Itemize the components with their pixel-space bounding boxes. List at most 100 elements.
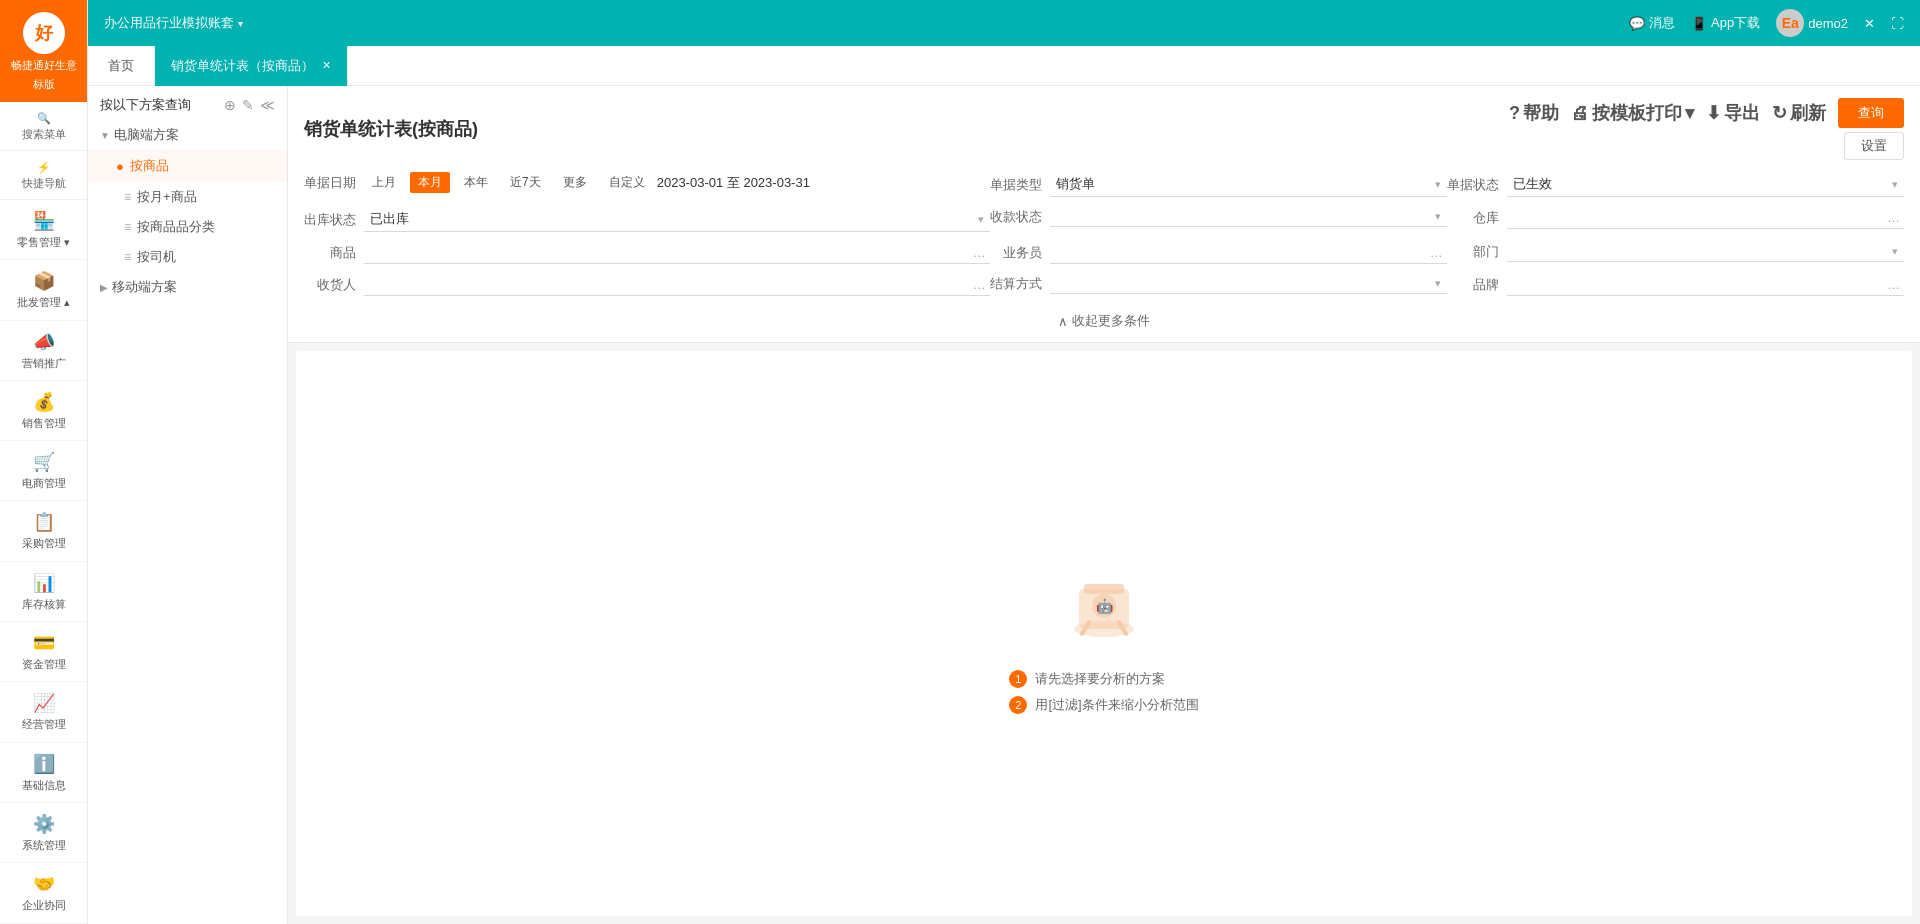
salesperson-filter-field: 业务员 … — [990, 242, 1447, 264]
close-window-button[interactable]: ✕ — [1864, 16, 1875, 31]
add-scheme-button[interactable]: ⊕ — [224, 97, 236, 113]
template-print-button[interactable]: 🖨 按模板打印 ▾ — [1571, 101, 1694, 125]
refresh-button[interactable]: ↻ 刷新 — [1772, 101, 1826, 125]
sidebar-quicknav[interactable]: ⚡ 快捷导航 — [0, 151, 87, 200]
tab-sales-stat[interactable]: 销货单统计表（按商品） ✕ — [155, 46, 348, 86]
doc-type-select[interactable]: 销货单 ▾ — [1050, 172, 1447, 197]
date-tab-more[interactable]: 更多 — [555, 172, 595, 193]
sidebar-item-wholesale[interactable]: 📦 批发管理 ▴ — [0, 260, 87, 320]
collapse-button[interactable]: ∧ 收起更多条件 — [1058, 312, 1150, 330]
print-icon: 🖨 — [1571, 103, 1589, 124]
dept-select[interactable]: ▾ — [1507, 242, 1904, 262]
date-tab-last-month[interactable]: 上月 — [364, 172, 404, 193]
app-download-button[interactable]: 📱 App下载 — [1691, 14, 1760, 32]
date-tab-this-year[interactable]: 本年 — [456, 172, 496, 193]
sidebar-item-enterprise[interactable]: 🤝 企业协同 — [0, 863, 87, 923]
desktop-section-arrow: ▼ — [100, 130, 110, 141]
sidebar-item-purchase[interactable]: 📋 采购管理 — [0, 501, 87, 561]
maximize-icon: ⛶ — [1891, 16, 1904, 31]
edit-scheme-button[interactable]: ✎ — [242, 97, 254, 113]
sidebar-item-ecommerce[interactable]: 🛒 电商管理 — [0, 441, 87, 501]
sidebar-item-sales[interactable]: 💰 销售管理 — [0, 381, 87, 441]
user-name: demo2 — [1808, 16, 1848, 31]
help-button[interactable]: ? 帮助 — [1509, 101, 1559, 125]
wholesale-icon: 📦 — [33, 270, 55, 292]
left-panel-item-by-category[interactable]: ≡ 按商品品分类 — [88, 212, 287, 242]
sidebar-item-zero-retail[interactable]: 🏪 零售管理 ▾ — [0, 200, 87, 260]
tab-home[interactable]: 首页 — [88, 46, 155, 86]
logo-symbol: 好 — [35, 21, 53, 45]
date-range: 2023-03-01 至 2023-03-31 — [657, 174, 810, 192]
warehouse-dots[interactable]: … — [1883, 210, 1904, 225]
query-button[interactable]: 查询 — [1838, 98, 1904, 128]
industry-label: 办公用品行业模拟账套 — [104, 14, 234, 32]
export-label: 导出 — [1724, 101, 1760, 125]
basic-icon: ℹ️ — [33, 753, 55, 775]
salesperson-dots[interactable]: … — [1426, 245, 1447, 260]
filter-title-row: 销货单统计表(按商品) ? 帮助 🖨 按模板打印 ▾ — [304, 98, 1904, 160]
payment-status-filter-field: 收款状态 ▾ — [990, 207, 1447, 227]
mobile-section-arrow: ▶ — [100, 282, 108, 293]
salesperson-input[interactable] — [1050, 242, 1422, 263]
left-panel-item-by-sku[interactable]: ≡ 按司机 — [88, 242, 287, 272]
sidebar-item-inventory[interactable]: 📊 库存核算 — [0, 562, 87, 622]
doc-status-label: 单据状态 — [1447, 176, 1499, 194]
recipient-input[interactable] — [364, 274, 965, 295]
sidebar-item-finance[interactable]: 💳 资金管理 — [0, 622, 87, 682]
message-button[interactable]: 💬 消息 — [1629, 14, 1675, 32]
operations-icon: 📈 — [33, 692, 55, 714]
industry-arrow: ▾ — [238, 18, 243, 29]
left-panel-mobile-section[interactable]: ▶ 移动端方案 — [88, 272, 287, 302]
warehouse-input[interactable] — [1507, 207, 1879, 228]
refresh-icon: ↻ — [1772, 102, 1787, 124]
filter-row-1: 单据日期 上月 本月 本年 近7天 更多 自定义 2023-03-01 至 20… — [304, 172, 1904, 197]
quicknav-label: 快捷导航 — [22, 176, 66, 191]
tab-close-icon[interactable]: ✕ — [322, 59, 331, 72]
product-input[interactable] — [364, 242, 965, 263]
ecommerce-icon: 🛒 — [33, 451, 55, 473]
maximize-button[interactable]: ⛶ — [1891, 16, 1904, 31]
product-dots[interactable]: … — [969, 245, 990, 260]
date-tab-7days[interactable]: 近7天 — [502, 172, 549, 193]
date-tab-custom[interactable]: 自定义 — [601, 172, 653, 193]
sidebar-item-basic[interactable]: ℹ️ 基础信息 — [0, 743, 87, 803]
brand-input[interactable] — [1507, 274, 1879, 295]
date-tab-this-month[interactable]: 本月 — [410, 172, 450, 193]
user-avatar-button[interactable]: Ea demo2 — [1776, 9, 1848, 37]
left-panel: 按以下方案查询 ⊕ ✎ ≪ ▼ 电脑端方案 ● 按商品 ≡ — [88, 86, 288, 924]
brand-dots[interactable]: … — [1883, 277, 1904, 292]
sidebar-item-marketing[interactable]: 📣 营销推广 — [0, 321, 87, 381]
industry-dropdown[interactable]: 办公用品行业模拟账套 ▾ — [104, 14, 243, 32]
left-panel-item-by-month-product[interactable]: ≡ 按月+商品 — [88, 182, 287, 212]
payment-status-select[interactable]: ▾ — [1050, 207, 1447, 227]
tabbar: 首页 销货单统计表（按商品） ✕ — [88, 46, 1920, 86]
dept-filter-field: 部门 ▾ — [1447, 242, 1904, 262]
sidebar-item-operations[interactable]: 📈 经营管理 — [0, 682, 87, 742]
settings-button[interactable]: 设置 — [1844, 132, 1904, 160]
dept-label: 部门 — [1447, 243, 1499, 261]
desktop-section-header[interactable]: ▼ 电脑端方案 — [88, 120, 287, 150]
by-month-product-label: 按月+商品 — [137, 188, 197, 206]
doc-status-select[interactable]: 已生效 ▾ — [1507, 172, 1904, 197]
tab-home-label: 首页 — [108, 57, 134, 75]
sidebar-item-system[interactable]: ⚙️ 系统管理 — [0, 803, 87, 863]
collapse-panel-button[interactable]: ≪ — [260, 97, 275, 113]
recipient-dots[interactable]: … — [969, 277, 990, 292]
logo-icon: 好 — [23, 12, 65, 54]
out-status-select[interactable]: 已出库 ▾ — [364, 207, 990, 232]
finance-icon: 💳 — [33, 632, 55, 654]
by-product-label: 按商品 — [130, 157, 169, 175]
payment-status-arrow: ▾ — [1435, 210, 1441, 223]
empty-illustration: 🤖 — [1054, 554, 1154, 654]
left-panel-item-by-product[interactable]: ● 按商品 — [88, 150, 287, 182]
topbar: 办公用品行业模拟账套 ▾ 💬 消息 📱 App下载 Ea demo2 ✕ — [88, 0, 1920, 46]
settlement-select[interactable]: ▾ — [1050, 274, 1447, 294]
enterprise-icon: 🤝 — [33, 873, 55, 895]
svg-text:🤖: 🤖 — [1095, 598, 1113, 615]
message-label: 消息 — [1649, 14, 1675, 32]
export-button[interactable]: ⬇ 导出 — [1706, 101, 1760, 125]
inventory-icon: 📊 — [33, 572, 55, 594]
sidebar-search[interactable]: 🔍 搜索菜单 — [0, 102, 87, 151]
doc-status-arrow: ▾ — [1892, 178, 1898, 191]
tab-sales-stat-label: 销货单统计表（按商品） — [171, 57, 314, 75]
